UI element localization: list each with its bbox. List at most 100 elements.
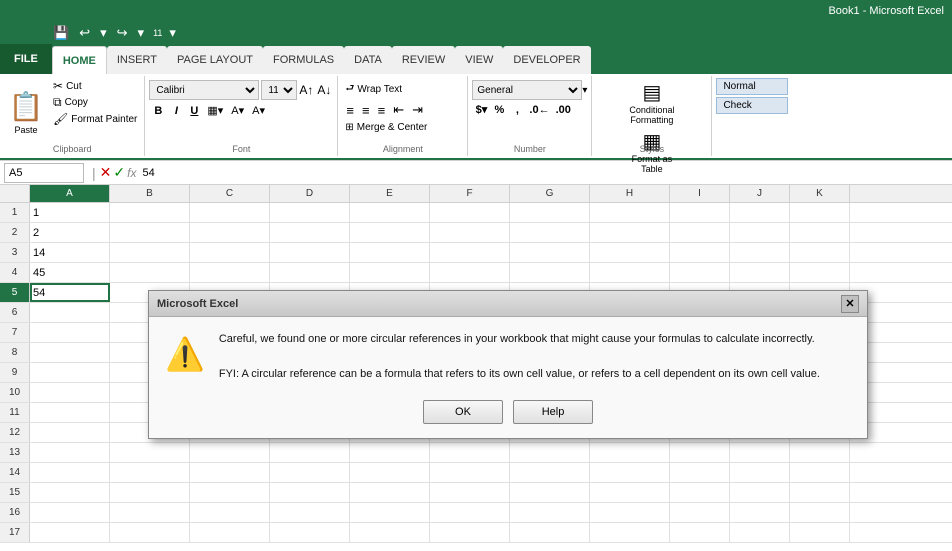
- cell-h2[interactable]: [590, 223, 670, 242]
- cell-g1[interactable]: [510, 203, 590, 222]
- cell-e1[interactable]: [350, 203, 430, 222]
- cell-c16[interactable]: [190, 503, 270, 522]
- merge-center-button[interactable]: ⊞ Merge & Center: [342, 121, 430, 134]
- row-number[interactable]: 1: [0, 203, 30, 222]
- row-number[interactable]: 10: [0, 383, 30, 402]
- align-right-button[interactable]: ≡: [374, 102, 390, 119]
- normal-style-button[interactable]: Normal: [716, 78, 788, 95]
- redo-button[interactable]: ↪: [114, 24, 131, 42]
- cell-b4[interactable]: [110, 263, 190, 282]
- cell-a7[interactable]: [30, 323, 110, 342]
- undo-button[interactable]: ↩: [76, 24, 93, 42]
- cell-h14[interactable]: [590, 463, 670, 482]
- cell-a14[interactable]: [30, 463, 110, 482]
- dialog-help-button[interactable]: Help: [513, 400, 593, 424]
- cell-b2[interactable]: [110, 223, 190, 242]
- row-number[interactable]: 5: [0, 283, 30, 302]
- cell-j14[interactable]: [730, 463, 790, 482]
- cell-e2[interactable]: [350, 223, 430, 242]
- cell-c15[interactable]: [190, 483, 270, 502]
- cell-a16[interactable]: [30, 503, 110, 522]
- cell-f2[interactable]: [430, 223, 510, 242]
- confirm-formula-button[interactable]: ✓: [113, 164, 125, 181]
- col-header-f[interactable]: F: [430, 185, 510, 202]
- cell-j15[interactable]: [730, 483, 790, 502]
- cell-a8[interactable]: [30, 343, 110, 362]
- row-number[interactable]: 17: [0, 523, 30, 542]
- tab-view[interactable]: VIEW: [455, 46, 503, 74]
- cell-k14[interactable]: [790, 463, 850, 482]
- paste-button[interactable]: 📋 Paste: [4, 78, 48, 146]
- cell-g3[interactable]: [510, 243, 590, 262]
- comma-button[interactable]: ,: [508, 103, 526, 117]
- cell-b16[interactable]: [110, 503, 190, 522]
- cell-h16[interactable]: [590, 503, 670, 522]
- cell-a11[interactable]: [30, 403, 110, 422]
- dialog-ok-button[interactable]: OK: [423, 400, 503, 424]
- cell-e15[interactable]: [350, 483, 430, 502]
- cell-b13[interactable]: [110, 443, 190, 462]
- name-box[interactable]: [4, 163, 84, 183]
- format-painter-button[interactable]: 🖌 Format Painter: [50, 111, 140, 127]
- cell-k13[interactable]: [790, 443, 850, 462]
- cell-f16[interactable]: [430, 503, 510, 522]
- percent-button[interactable]: %: [490, 103, 508, 117]
- cell-c14[interactable]: [190, 463, 270, 482]
- cell-k16[interactable]: [790, 503, 850, 522]
- tab-home[interactable]: HOME: [52, 46, 107, 74]
- cell-c3[interactable]: [190, 243, 270, 262]
- fill-color-button[interactable]: A▾: [227, 103, 248, 118]
- cell-d2[interactable]: [270, 223, 350, 242]
- cell-j13[interactable]: [730, 443, 790, 462]
- tab-file[interactable]: FILE: [0, 44, 52, 74]
- increase-decimal-button[interactable]: .00: [553, 103, 574, 117]
- cell-f4[interactable]: [430, 263, 510, 282]
- cell-b15[interactable]: [110, 483, 190, 502]
- cell-i13[interactable]: [670, 443, 730, 462]
- save-button[interactable]: 💾: [50, 24, 72, 42]
- insert-function-button[interactable]: fx: [127, 166, 136, 180]
- cell-a2[interactable]: 2: [30, 223, 110, 242]
- cell-j4[interactable]: [730, 263, 790, 282]
- col-header-d[interactable]: D: [270, 185, 350, 202]
- cell-i4[interactable]: [670, 263, 730, 282]
- row-number[interactable]: 16: [0, 503, 30, 522]
- cell-h1[interactable]: [590, 203, 670, 222]
- cell-a17[interactable]: [30, 523, 110, 542]
- cell-i14[interactable]: [670, 463, 730, 482]
- cell-b3[interactable]: [110, 243, 190, 262]
- number-format-select[interactable]: General: [472, 80, 582, 100]
- cancel-formula-button[interactable]: ✕: [100, 164, 112, 181]
- row-number[interactable]: 13: [0, 443, 30, 462]
- italic-button[interactable]: I: [167, 104, 185, 118]
- cell-a1[interactable]: 1: [30, 203, 110, 222]
- cell-j16[interactable]: [730, 503, 790, 522]
- bold-button[interactable]: B: [149, 104, 167, 118]
- underline-button[interactable]: U: [185, 104, 203, 118]
- undo-dropdown[interactable]: ▾: [97, 24, 110, 42]
- cell-j1[interactable]: [730, 203, 790, 222]
- cell-j2[interactable]: [730, 223, 790, 242]
- cell-d4[interactable]: [270, 263, 350, 282]
- cell-j17[interactable]: [730, 523, 790, 542]
- cell-e17[interactable]: [350, 523, 430, 542]
- cell-f1[interactable]: [430, 203, 510, 222]
- cell-g16[interactable]: [510, 503, 590, 522]
- align-left-button[interactable]: ≡: [342, 102, 358, 119]
- cell-a6[interactable]: [30, 303, 110, 322]
- cell-i3[interactable]: [670, 243, 730, 262]
- row-number[interactable]: 14: [0, 463, 30, 482]
- increase-font-button[interactable]: A↑: [297, 83, 315, 97]
- cell-b14[interactable]: [110, 463, 190, 482]
- cell-k17[interactable]: [790, 523, 850, 542]
- cut-button[interactable]: ✂ Cut: [50, 78, 140, 94]
- cell-f3[interactable]: [430, 243, 510, 262]
- cell-d13[interactable]: [270, 443, 350, 462]
- row-number[interactable]: 15: [0, 483, 30, 502]
- wrap-text-button[interactable]: ⮐ Wrap Text: [342, 80, 405, 99]
- row-number[interactable]: 12: [0, 423, 30, 442]
- cell-d17[interactable]: [270, 523, 350, 542]
- increase-indent-button[interactable]: ⇥: [408, 101, 427, 119]
- cell-f15[interactable]: [430, 483, 510, 502]
- align-center-button[interactable]: ≡: [358, 102, 374, 119]
